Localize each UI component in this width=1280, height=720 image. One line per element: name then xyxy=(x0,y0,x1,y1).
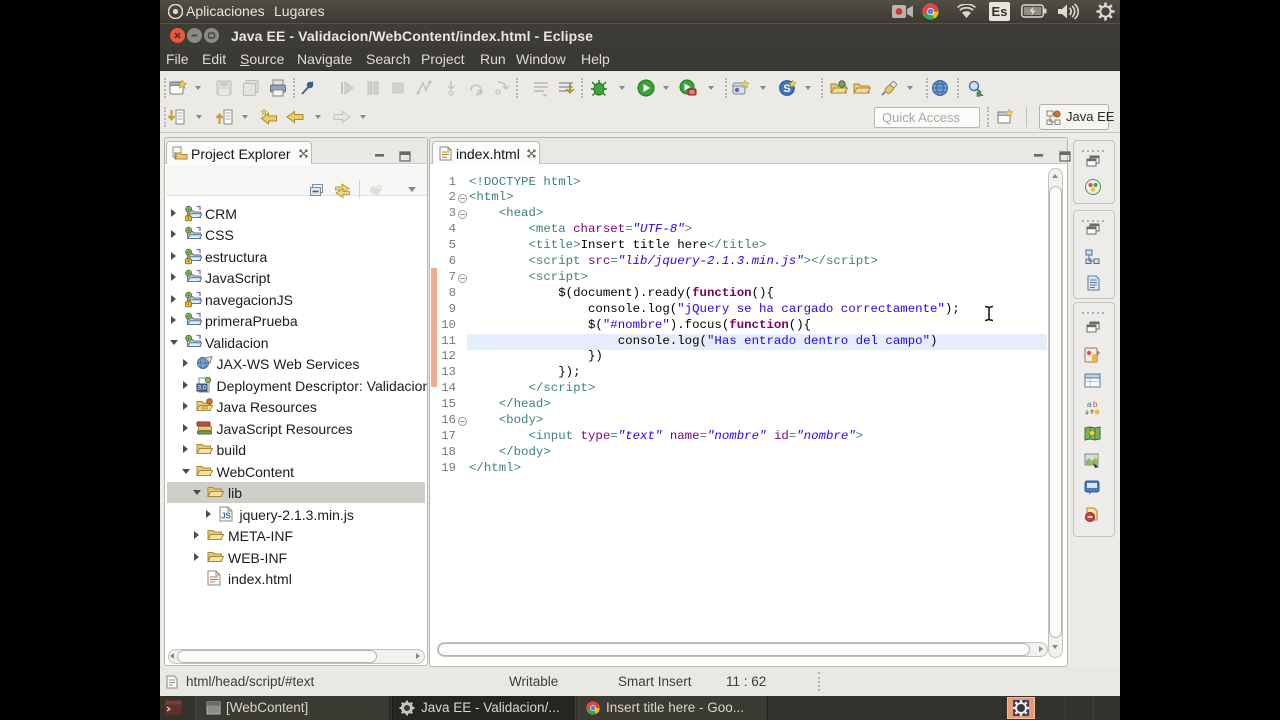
svg-text:3.0: 3.0 xyxy=(197,384,206,391)
svg-text:a: a xyxy=(1087,400,1092,409)
svg-text:S: S xyxy=(783,83,790,95)
svg-text:JS: JS xyxy=(221,511,231,520)
svg-text:b: b xyxy=(1093,400,1098,409)
